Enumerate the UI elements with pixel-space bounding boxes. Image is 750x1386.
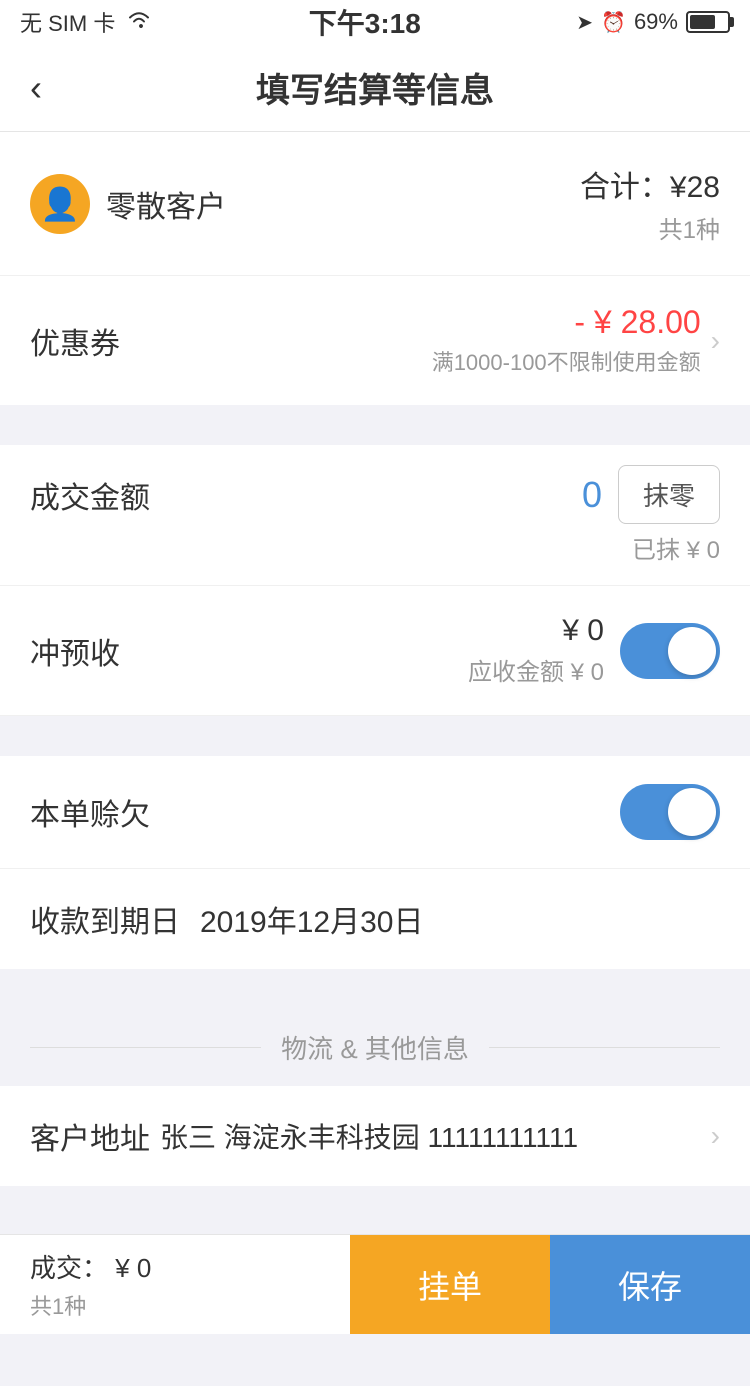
status-bar: 无 SIM 卡 下午3:18 ➤ ⏰ 69% <box>0 0 750 44</box>
due-date-label: 收款到期日 <box>30 897 180 941</box>
round-button[interactable]: 抹零 <box>618 465 720 524</box>
hold-label: 挂单 <box>418 1262 482 1308</box>
debit-label: 本单赊欠 <box>30 790 150 834</box>
divider-1 <box>0 425 750 445</box>
debit-row: 本单赊欠 <box>0 756 750 868</box>
chevron-right-icon: › <box>711 325 720 357</box>
transaction-row: 成交金额 0 抹零 已抹 ¥ 0 <box>0 445 750 586</box>
nav-bar: ‹ 填写结算等信息 <box>0 44 750 132</box>
avatar: 👤 <box>30 174 90 234</box>
transaction-sub: 已抹 ¥ 0 <box>632 537 720 564</box>
logistics-header: 物流 & 其他信息 <box>0 1009 750 1086</box>
customer-left: 👤 零散客户 <box>30 174 226 234</box>
form-section: 成交金额 0 抹零 已抹 ¥ 0 冲预收 ¥ 0 应收金额 ¥ 0 <box>0 445 750 716</box>
status-right: ➤ ⏰ 69% <box>576 9 730 35</box>
transaction-label: 成交金额 <box>30 473 150 517</box>
prepaid-label: 冲预收 <box>30 629 120 673</box>
prepaid-row: 冲预收 ¥ 0 应收金额 ¥ 0 <box>0 586 750 716</box>
customer-name: 零散客户 <box>106 182 226 226</box>
coupon-row[interactable]: 优惠券 - ¥ 28.00 满1000-100不限制使用金额 › <box>0 275 750 405</box>
location-icon: ➤ <box>576 10 593 35</box>
coupon-right: - ¥ 28.00 满1000-100不限制使用金额 › <box>432 304 720 377</box>
back-button[interactable]: ‹ <box>30 67 42 109</box>
logistics-label: 物流 & 其他信息 <box>281 1029 469 1066</box>
status-left: 无 SIM 卡 <box>20 6 153 38</box>
coupon-desc: 满1000-100不限制使用金额 <box>432 345 701 377</box>
status-time: 下午3:18 <box>309 2 421 42</box>
coupon-discount: - ¥ 28.00 <box>432 304 701 341</box>
hold-button[interactable]: 挂单 <box>350 1235 550 1334</box>
prepaid-right: ¥ 0 应收金额 ¥ 0 <box>468 614 720 687</box>
transaction-right: 0 抹零 <box>582 465 720 524</box>
due-date-value: 2019年12月30日 <box>200 897 423 941</box>
debit-toggle[interactable] <box>620 784 720 840</box>
alarm-icon: ⏰ <box>601 10 626 35</box>
coupon-label: 优惠券 <box>30 319 120 363</box>
prepaid-sub: 应收金额 ¥ 0 <box>468 652 604 687</box>
bottom-count: 共1种 <box>30 1289 320 1321</box>
customer-right: 合计：¥28 共1种 <box>580 162 720 245</box>
bottom-info: 成交： ¥ 0 共1种 <box>0 1235 350 1334</box>
page-title: 填写结算等信息 <box>256 63 494 112</box>
debit-section: 本单赊欠 收款到期日 2019年12月30日 <box>0 756 750 969</box>
divider-line-right <box>489 1047 720 1048</box>
divider-line-left <box>30 1047 261 1048</box>
customer-row: 👤 零散客户 合计：¥28 共1种 <box>0 132 750 275</box>
prepaid-toggle[interactable] <box>620 623 720 679</box>
total-amount: 合计：¥28 <box>580 162 720 206</box>
deal-amount: ¥ 0 <box>115 1253 151 1283</box>
battery-icon <box>686 11 730 33</box>
address-value: 张三 海淀永丰科技园 11111111111 <box>150 1116 711 1156</box>
total-count: 共1种 <box>580 210 720 245</box>
bottom-bar: 成交： ¥ 0 共1种 挂单 保存 <box>0 1234 750 1334</box>
customer-section: 👤 零散客户 合计：¥28 共1种 优惠券 - ¥ 28.00 满1000-10… <box>0 132 750 405</box>
address-chevron-icon: › <box>711 1120 720 1152</box>
address-row[interactable]: 客户地址 张三 海淀永丰科技园 11111111111 › <box>0 1086 750 1186</box>
address-label: 客户地址 <box>30 1114 150 1158</box>
debit-toggle-knob <box>668 788 716 836</box>
deal-label: 成交： <box>30 1253 108 1283</box>
due-date-row: 收款到期日 2019年12月30日 <box>0 868 750 969</box>
prepaid-amount: ¥ 0 <box>468 614 604 648</box>
transaction-amount[interactable]: 0 <box>582 474 602 516</box>
coupon-value-block: - ¥ 28.00 满1000-100不限制使用金额 <box>432 304 701 377</box>
prepaid-value-block: ¥ 0 应收金额 ¥ 0 <box>468 614 604 687</box>
battery-percent: 69% <box>634 9 678 35</box>
wifi-icon <box>125 8 153 37</box>
bottom-deal-amount: 成交： ¥ 0 <box>30 1248 320 1285</box>
divider-3 <box>0 989 750 1009</box>
save-button[interactable]: 保存 <box>550 1235 750 1334</box>
avatar-icon: 👤 <box>40 185 80 223</box>
save-label: 保存 <box>618 1262 682 1308</box>
divider-2 <box>0 736 750 756</box>
battery-fill <box>690 15 715 29</box>
sim-text: 无 SIM 卡 <box>20 6 115 38</box>
toggle-knob <box>668 627 716 675</box>
